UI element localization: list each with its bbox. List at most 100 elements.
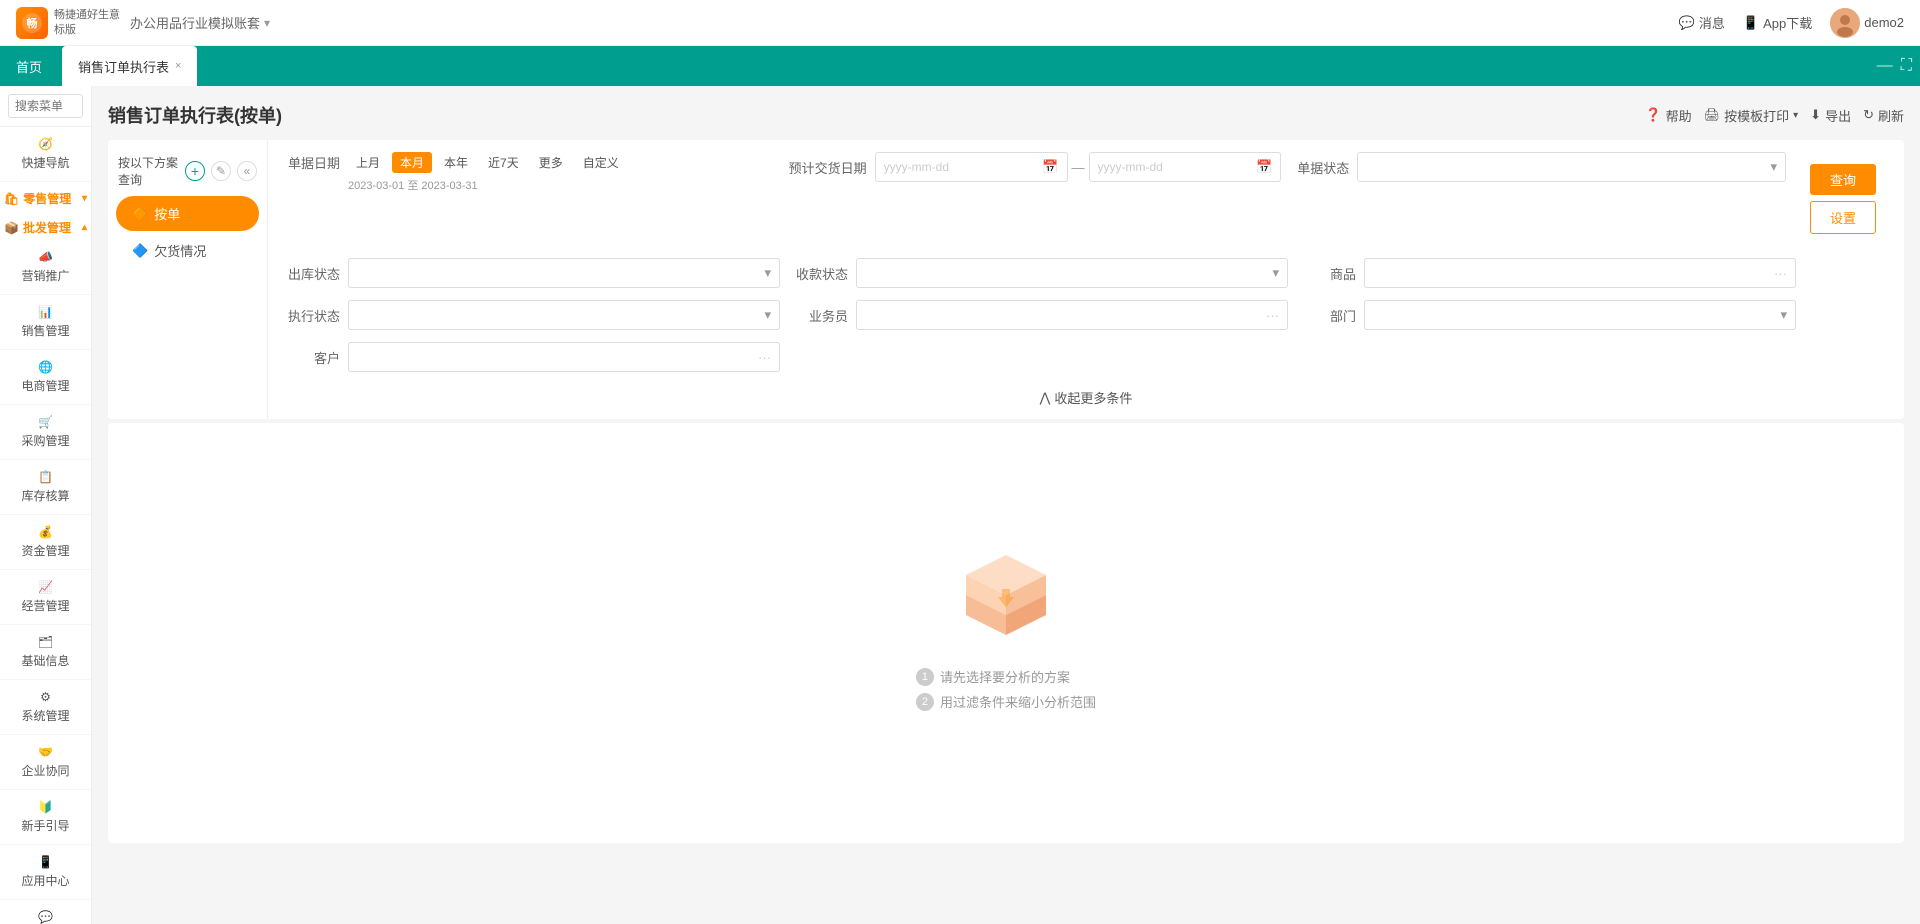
sidebar-item-appstore[interactable]: 📱 应用中心 xyxy=(0,845,91,900)
goods-input[interactable]: ··· xyxy=(1364,258,1796,288)
plan-item-debt[interactable]: 🔷 欠货情况 xyxy=(116,233,259,268)
business-icon: 📈 xyxy=(38,580,53,594)
pay-status-select[interactable]: ▾ xyxy=(856,258,1288,288)
date-tab-last7[interactable]: 近7天 xyxy=(480,152,527,173)
customer-label: 客户 xyxy=(284,348,340,367)
expected-date-label: 预计交货日期 xyxy=(789,158,867,177)
empty-state: 1 请先选择要分析的方案 2 用过滤条件来缩小分析范围 xyxy=(916,475,1096,791)
chevron-down-icon: ▾ xyxy=(82,193,87,204)
pay-status-container: 收款状态 ▾ xyxy=(792,258,1288,288)
sidebar-item-system[interactable]: ⚙ 系统管理 xyxy=(0,680,91,735)
calendar-icon: 📅 xyxy=(1042,159,1058,175)
app-download-button[interactable]: 📱 App下载 xyxy=(1743,13,1812,32)
out-status-select[interactable]: ▾ xyxy=(348,258,780,288)
sidebar-item-quicknav[interactable]: 🧭 快捷导航 xyxy=(0,127,91,182)
status-select[interactable]: ▾ xyxy=(1357,152,1786,182)
exec-status-select[interactable]: ▾ xyxy=(348,300,780,330)
refresh-button[interactable]: ↻ 刷新 xyxy=(1863,106,1904,125)
inventory-icon: 📋 xyxy=(38,470,53,484)
sidebar-item-marketing[interactable]: 📣 营销推广 xyxy=(0,240,91,295)
exec-status-dropdown-icon: ▾ xyxy=(764,307,771,323)
export-button[interactable]: ⬇ 导出 xyxy=(1810,106,1851,125)
sidebar-item-newbie[interactable]: 🔰 新手引导 xyxy=(0,790,91,845)
sidebar-item-business[interactable]: 📈 经营管理 xyxy=(0,570,91,625)
search-button[interactable]: 查询 xyxy=(1810,164,1876,195)
wholesale-icon: 📦 xyxy=(4,221,19,235)
filter-area: 单据日期 上月 本月 本年 近7天 更多 自定义 xyxy=(268,140,1904,419)
plan-item-order[interactable]: 🔶 按单 xyxy=(116,196,259,231)
sidebar-item-ecommerce[interactable]: 🌐 电商管理 xyxy=(0,350,91,405)
message-button[interactable]: 💬 消息 xyxy=(1679,13,1725,32)
empty-tips: 1 请先选择要分析的方案 2 用过滤条件来缩小分析范围 xyxy=(916,667,1096,711)
finance-icon: 💰 xyxy=(38,525,53,539)
dept-select[interactable]: ▾ xyxy=(1364,300,1796,330)
plan-panel-header: 按以下方案查询 + ✎ « xyxy=(108,148,267,194)
filter-inner: 按以下方案查询 + ✎ « 🔶 按单 🔷 欠货情况 xyxy=(108,140,1904,419)
page-actions: ❓ 帮助 🖨 按模板打印 ▾ ⬇ 导出 ↻ 刷新 xyxy=(1645,106,1904,125)
date-tabs: 上月 本月 本年 近7天 更多 自定义 xyxy=(348,152,627,173)
tab-sales-order[interactable]: 销售订单执行表 × xyxy=(62,46,197,86)
date-tab-thisyear[interactable]: 本年 xyxy=(436,152,476,173)
tip-num-1: 1 xyxy=(916,668,934,686)
tab-maximize-button[interactable]: ⛶ xyxy=(1901,57,1912,75)
plan-add-button[interactable]: + xyxy=(185,161,205,181)
dept-label: 部门 xyxy=(1300,306,1356,325)
tab-minimize-button[interactable]: — xyxy=(1877,57,1893,75)
main-content: 销售订单执行表(按单) ❓ 帮助 🖨 按模板打印 ▾ ⬇ 导出 ↻ 刷新 xyxy=(92,86,1920,924)
tab-home[interactable]: 首页 xyxy=(0,46,58,86)
salesperson-input[interactable]: ··· xyxy=(856,300,1288,330)
sidebar-item-basic[interactable]: 🗂 基础信息 xyxy=(0,625,91,680)
export-icon: ⬇ xyxy=(1810,107,1821,123)
date-tab-custom[interactable]: 自定义 xyxy=(575,152,627,173)
page-title: 销售订单执行表(按单) xyxy=(108,102,282,128)
plan-panel: 按以下方案查询 + ✎ « 🔶 按单 🔷 欠货情况 xyxy=(108,140,268,419)
avatar xyxy=(1830,8,1860,38)
newbie-icon: 🔰 xyxy=(38,800,53,814)
sidebar-item-finance[interactable]: 💰 资金管理 xyxy=(0,515,91,570)
logo-area[interactable]: 畅 畅捷通好生意 标版 xyxy=(16,7,120,39)
sidebar-item-wholesale[interactable]: 📦 批发管理 ▴ xyxy=(0,211,91,240)
calendar-icon2: 📅 xyxy=(1256,159,1272,175)
date-tab-lastmonth[interactable]: 上月 xyxy=(348,152,388,173)
print-dropdown-icon: ▾ xyxy=(1793,110,1798,121)
plan-edit-button[interactable]: ✎ xyxy=(211,161,231,181)
top-bar-title[interactable]: 办公用品行业模拟账套 ▾ xyxy=(130,13,270,32)
sidebar-item-retail[interactable]: 🛍 零售管理 ▾ xyxy=(0,182,91,211)
tab-close-icon[interactable]: × xyxy=(175,60,181,72)
sidebar-item-corp[interactable]: 🤝 企业协同 xyxy=(0,735,91,790)
expected-date-to-input[interactable]: yyyy-mm-dd 📅 xyxy=(1089,152,1282,182)
print-button[interactable]: 🖨 按模板打印 ▾ xyxy=(1704,106,1799,125)
salesperson-more-icon: ··· xyxy=(1266,308,1279,323)
print-icon: 🖨 xyxy=(1704,107,1721,123)
logo-text: 畅捷通好生意 标版 xyxy=(54,8,120,37)
search-input[interactable] xyxy=(8,94,83,118)
retail-icon: 🛍 xyxy=(4,192,19,206)
goods-more-icon: ··· xyxy=(1774,266,1787,281)
collapse-up-icon: ⋀ xyxy=(1040,390,1051,406)
collapse-more-button[interactable]: ⋀ 收起更多条件 xyxy=(284,380,1888,411)
salesperson-container: 业务员 ··· xyxy=(792,300,1288,330)
user-profile-button[interactable]: demo2 xyxy=(1830,8,1904,38)
help-icon: ❓ xyxy=(1645,107,1661,123)
dropdown-arrow-icon[interactable]: ▾ xyxy=(264,16,270,30)
system-icon: ⚙ xyxy=(40,690,51,704)
date-tab-thismonth[interactable]: 本月 xyxy=(392,152,432,173)
sidebar-item-wechat[interactable]: 💬 企业微信 xyxy=(0,900,91,924)
plan-collapse-button[interactable]: « xyxy=(237,161,257,181)
sidebar-item-sales[interactable]: 📊 销售管理 xyxy=(0,295,91,350)
svg-text:畅: 畅 xyxy=(27,16,38,30)
expected-date-from-input[interactable]: yyyy-mm-dd 📅 xyxy=(875,152,1068,182)
refresh-icon: ↻ xyxy=(1863,107,1874,123)
customer-input[interactable]: ··· xyxy=(348,342,780,372)
purchase-icon: 🛒 xyxy=(38,415,53,429)
tab-bar: 首页 销售订单执行表 × — ⛶ xyxy=(0,46,1920,86)
sidebar-item-inventory[interactable]: 📋 库存核算 xyxy=(0,460,91,515)
date-tab-more[interactable]: 更多 xyxy=(531,152,571,173)
search-actions: 查询 设置 xyxy=(1798,152,1888,246)
settings-button[interactable]: 设置 xyxy=(1810,201,1876,234)
goods-container: 商品 ··· xyxy=(1300,258,1796,288)
download-icon: 📱 xyxy=(1743,15,1759,31)
help-button[interactable]: ❓ 帮助 xyxy=(1645,106,1691,125)
sidebar-item-purchase[interactable]: 🛒 采购管理 xyxy=(0,405,91,460)
basic-icon: 🗂 xyxy=(38,635,53,649)
